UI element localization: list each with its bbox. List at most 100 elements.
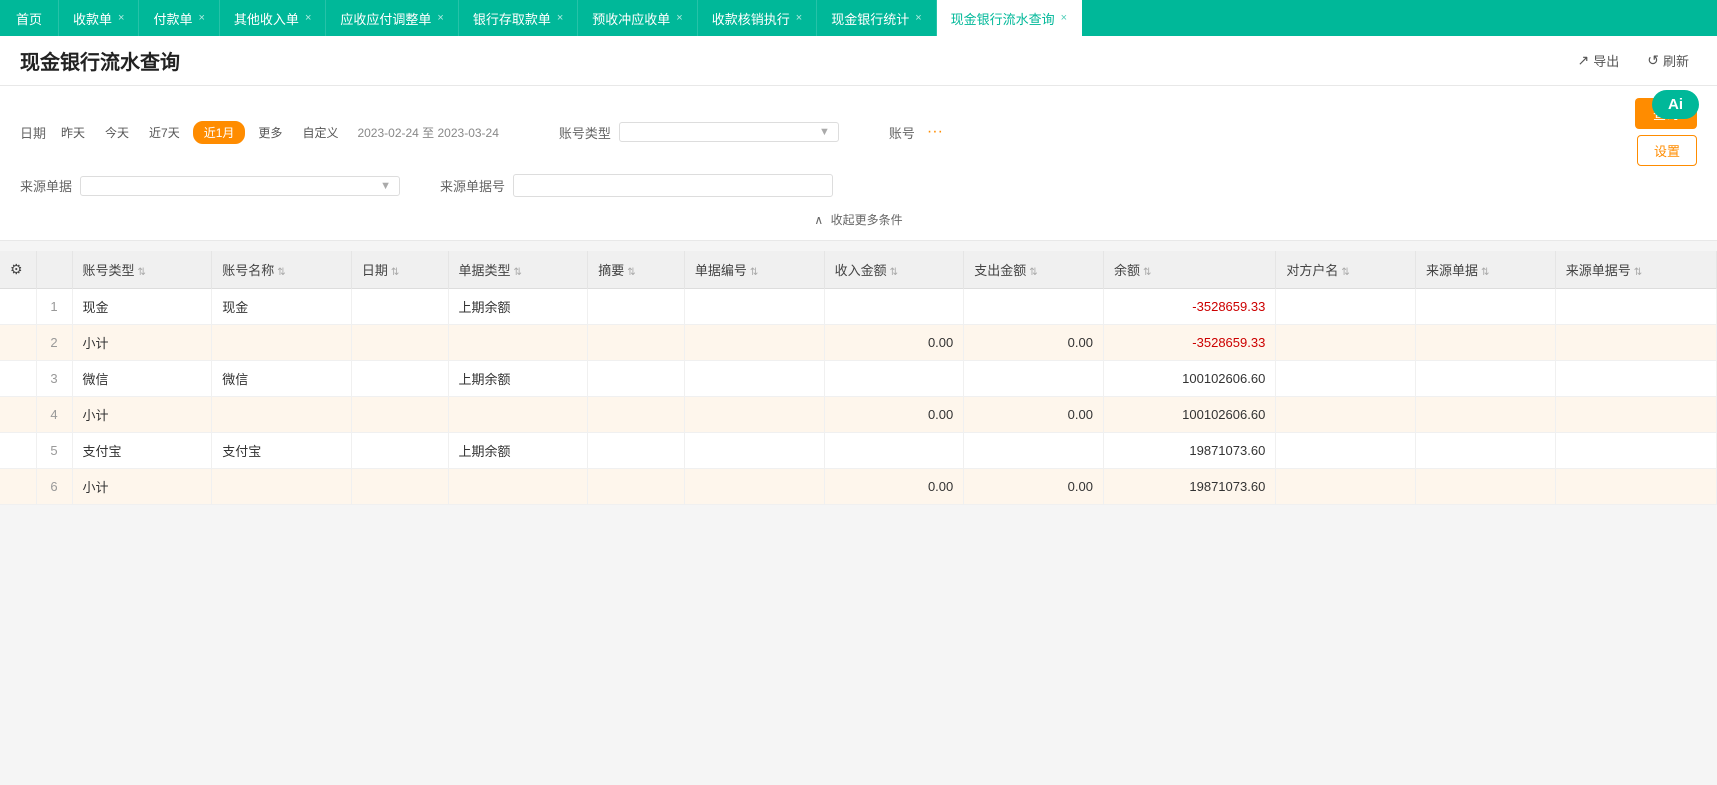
- source-doc-no-input[interactable]: [522, 178, 824, 193]
- sort-icon-balance[interactable]: ⇅: [1143, 267, 1151, 278]
- col-header-doc_no[interactable]: 单据编号⇅: [684, 251, 824, 289]
- col-header-expense[interactable]: 支出金额⇅: [964, 251, 1104, 289]
- date-shortcut-昨天[interactable]: 昨天: [54, 121, 92, 144]
- page-header: 现金银行流水查询 ↗ 导出 ↺ 刷新: [0, 36, 1717, 86]
- top-nav: 首页 收款单×付款单×其他收入单×应收应付调整单×银行存取款单×预收冲应收单×收…: [0, 0, 1717, 36]
- col-header-income[interactable]: 收入金额⇅: [824, 251, 964, 289]
- date-shortcut-近1月[interactable]: 近1月: [193, 121, 246, 144]
- account-label: 账号: [889, 123, 915, 142]
- sort-icon-date[interactable]: ⇅: [391, 267, 399, 278]
- date-range-display: 2023-02-24 至 2023-03-24: [357, 124, 498, 141]
- col-header-source_doc[interactable]: 来源单据⇅: [1416, 251, 1556, 289]
- col-header-summary[interactable]: 摘要⇅: [588, 251, 685, 289]
- chevron-up-icon: ∧: [814, 213, 823, 227]
- collapse-bar[interactable]: ∧ 收起更多条件: [20, 205, 1697, 230]
- source-doc-no-input-wrap[interactable]: [513, 174, 833, 197]
- cell-source_doc_no: [1555, 469, 1716, 505]
- tab-close-icon[interactable]: ×: [305, 12, 311, 24]
- sort-icon-counterpart[interactable]: ⇅: [1341, 267, 1349, 278]
- refresh-icon: ↺: [1647, 52, 1659, 69]
- tab-close-icon[interactable]: ×: [1061, 12, 1067, 24]
- header-actions: ↗ 导出 ↺ 刷新: [1570, 47, 1698, 74]
- nav-tab-银行存取款单[interactable]: 银行存取款单×: [459, 0, 578, 36]
- cell-income: 0.00: [824, 325, 964, 361]
- tab-close-icon[interactable]: ×: [198, 12, 204, 24]
- cell-summary: [588, 469, 685, 505]
- sort-icon-doc_type[interactable]: ⇅: [514, 267, 522, 278]
- settings-button[interactable]: 设置: [1637, 135, 1697, 166]
- table-row: 4小计0.000.00100102606.60: [0, 397, 1717, 433]
- col-header-doc_type[interactable]: 单据类型⇅: [448, 251, 588, 289]
- nav-tab-现金银行统计[interactable]: 现金银行统计×: [817, 0, 936, 36]
- cell-expense: [964, 361, 1104, 397]
- cell-source_doc: [1416, 433, 1556, 469]
- sort-icon-income[interactable]: ⇅: [890, 267, 898, 278]
- account-type-select[interactable]: ▼: [619, 122, 839, 142]
- ai-badge[interactable]: Ai: [1652, 90, 1699, 119]
- chevron-down-icon-2: ▼: [380, 180, 391, 192]
- tab-close-icon[interactable]: ×: [437, 12, 443, 24]
- nav-tab-现金银行流水查询[interactable]: 现金银行流水查询×: [937, 0, 1082, 36]
- cell-income: [824, 433, 964, 469]
- date-shortcut-近7天[interactable]: 近7天: [142, 121, 187, 144]
- col-header-counterpart[interactable]: 对方户名⇅: [1276, 251, 1416, 289]
- nav-tab-收款单[interactable]: 收款单×: [59, 0, 139, 36]
- col-label-balance: 余额: [1114, 263, 1140, 278]
- sort-icon-account_type[interactable]: ⇅: [138, 267, 146, 278]
- sort-icon-summary[interactable]: ⇅: [627, 267, 635, 278]
- nav-tab-付款单[interactable]: 付款单×: [139, 0, 219, 36]
- tab-close-icon[interactable]: ×: [796, 12, 802, 24]
- nav-tab-收款核销执行[interactable]: 收款核销执行×: [698, 0, 817, 36]
- home-label: 首页: [16, 9, 42, 28]
- table-row: 2小计0.000.00-3528659.33: [0, 325, 1717, 361]
- date-shortcut-更多[interactable]: 更多: [251, 121, 289, 144]
- settings-gear-icon[interactable]: ⚙: [10, 261, 23, 277]
- col-label-account_type: 账号类型: [83, 263, 135, 278]
- nav-tab-预收冲应收单[interactable]: 预收冲应收单×: [578, 0, 697, 36]
- filter-area: 日期 昨天今天近7天近1月更多自定义 2023-02-24 至 2023-03-…: [0, 86, 1717, 241]
- cell-summary: [588, 289, 685, 325]
- cell-doc_no: [684, 289, 824, 325]
- account-dots-button[interactable]: ···: [923, 123, 947, 141]
- col-label-source_doc: 来源单据: [1426, 263, 1478, 278]
- date-shortcut-自定义[interactable]: 自定义: [295, 121, 345, 144]
- col-header-source_doc_no[interactable]: 来源单据号⇅: [1555, 251, 1716, 289]
- nav-home[interactable]: 首页: [0, 0, 59, 36]
- col-header-account_type[interactable]: 账号类型⇅: [72, 251, 212, 289]
- col-label-source_doc_no: 来源单据号: [1566, 263, 1631, 278]
- cell-doc_type: 上期余额: [448, 433, 588, 469]
- sort-icon-source_doc[interactable]: ⇅: [1481, 267, 1489, 278]
- col-header-date[interactable]: 日期⇅: [351, 251, 448, 289]
- nav-tab-其他收入单[interactable]: 其他收入单×: [220, 0, 326, 36]
- data-table-wrap: ⚙账号类型⇅账号名称⇅日期⇅单据类型⇅摘要⇅单据编号⇅收入金额⇅支出金额⇅余额⇅…: [0, 251, 1717, 505]
- cell-source_doc_no: [1555, 397, 1716, 433]
- cell-balance: -3528659.33: [1103, 325, 1275, 361]
- sort-icon-expense[interactable]: ⇅: [1029, 267, 1037, 278]
- cell-summary: [588, 397, 685, 433]
- date-shortcut-今天[interactable]: 今天: [98, 121, 136, 144]
- sort-icon-source_doc_no[interactable]: ⇅: [1634, 267, 1642, 278]
- cell-no: 1: [36, 289, 72, 325]
- cell-counterpart: [1276, 325, 1416, 361]
- tab-close-icon[interactable]: ×: [557, 12, 563, 24]
- col-header-balance[interactable]: 余额⇅: [1103, 251, 1275, 289]
- col-header-account_name[interactable]: 账号名称⇅: [212, 251, 352, 289]
- table-row: 5支付宝支付宝上期余额19871073.60: [0, 433, 1717, 469]
- tab-close-icon[interactable]: ×: [118, 12, 124, 24]
- sort-icon-doc_no[interactable]: ⇅: [750, 267, 758, 278]
- cell-doc_type: 上期余额: [448, 361, 588, 397]
- chevron-down-icon: ▼: [819, 126, 830, 138]
- cell-no: 2: [36, 325, 72, 361]
- cell-account_type: 小计: [72, 325, 212, 361]
- cell-gear: [0, 469, 36, 505]
- nav-tab-应收应付调整单[interactable]: 应收应付调整单×: [326, 0, 458, 36]
- cell-source_doc_no: [1555, 433, 1716, 469]
- cell-doc_no: [684, 361, 824, 397]
- col-label-doc_type: 单据类型: [459, 263, 511, 278]
- export-button[interactable]: ↗ 导出: [1570, 47, 1628, 74]
- source-doc-select[interactable]: ▼: [80, 176, 400, 196]
- tab-close-icon[interactable]: ×: [915, 12, 921, 24]
- tab-close-icon[interactable]: ×: [676, 12, 682, 24]
- sort-icon-account_name[interactable]: ⇅: [277, 267, 285, 278]
- refresh-button[interactable]: ↺ 刷新: [1639, 47, 1697, 74]
